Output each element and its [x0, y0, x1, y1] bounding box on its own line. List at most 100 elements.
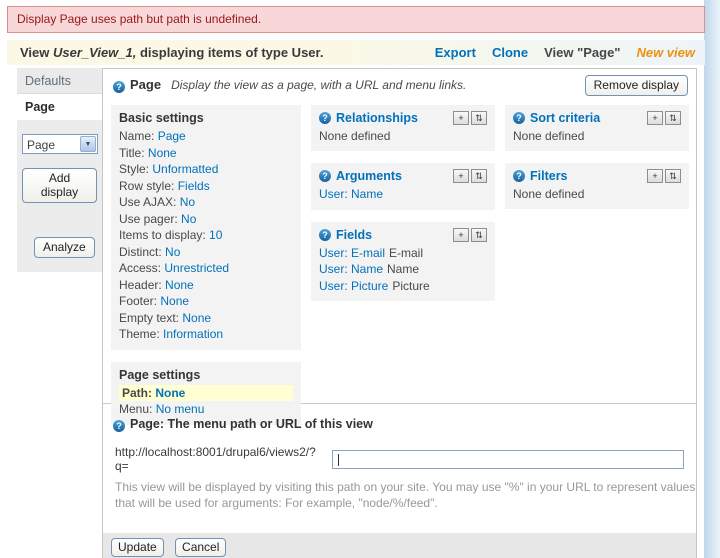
rearrange-icon[interactable]: ⇅: [471, 169, 487, 183]
setting-value-link[interactable]: No: [180, 195, 195, 209]
setting-label: Row style:: [119, 178, 175, 193]
view-name: User_View_1,: [53, 45, 137, 60]
error-message-text: Display Page uses path but path is undef…: [17, 12, 262, 26]
path-form-description: This view will be displayed by visiting …: [115, 480, 696, 510]
display-type-select-value: Page: [27, 138, 56, 152]
sort-criteria-title-link[interactable]: Sort criteria: [530, 111, 600, 125]
page: Display Page uses path but path is undef…: [0, 0, 720, 558]
arguments-box: ? Arguments + ⇅ User: Name: [311, 163, 495, 210]
add-display-button[interactable]: Add display: [22, 168, 97, 203]
setting-value-link[interactable]: Information: [163, 327, 223, 341]
clone-link[interactable]: Clone: [492, 45, 528, 60]
setting-row-footer: Footer: None: [119, 293, 293, 310]
view-title-suffix: displaying items of type User.: [136, 45, 324, 60]
path-form-title-row: ? Page: The menu path or URL of this view: [113, 417, 684, 432]
path-input[interactable]: [332, 449, 684, 469]
view-page-link[interactable]: View "Page": [544, 45, 620, 60]
theme-edge-gradient: [704, 0, 720, 558]
relationships-header: ? Relationships + ⇅: [319, 111, 487, 125]
path-form-title: Page: The menu path or URL of this view: [130, 417, 373, 431]
add-icon[interactable]: +: [647, 169, 663, 183]
analyze-button[interactable]: Analyze: [34, 237, 95, 258]
page-settings-title: Page settings: [119, 367, 201, 382]
fields-title-link[interactable]: Fields: [336, 228, 372, 242]
rearrange-icon[interactable]: ⇅: [471, 111, 487, 125]
path-value-link[interactable]: None: [155, 386, 185, 400]
setting-label: Use pager:: [119, 211, 178, 226]
setting-label: Name:: [119, 129, 155, 143]
display-type-select[interactable]: Page ▼: [22, 134, 98, 154]
add-icon[interactable]: +: [453, 169, 469, 183]
cancel-button[interactable]: Cancel: [175, 538, 227, 557]
chevron-down-icon[interactable]: ▼: [80, 136, 96, 152]
setting-value-link[interactable]: Unrestricted: [164, 261, 229, 275]
setting-value-link[interactable]: No: [165, 245, 180, 259]
rearrange-icon[interactable]: ⇅: [665, 111, 681, 125]
setting-label: Theme:: [119, 327, 160, 341]
setting-value-link[interactable]: Unformatted: [152, 162, 218, 176]
export-link[interactable]: Export: [435, 45, 476, 60]
sort-criteria-box: ? Sort criteria + ⇅ None defined: [505, 105, 689, 151]
setting-value-link[interactable]: None: [165, 278, 194, 292]
setting-value-link[interactable]: 10: [209, 228, 222, 242]
new-view-link[interactable]: New view: [636, 45, 695, 60]
relationships-empty-text: None defined: [319, 129, 391, 143]
add-icon[interactable]: +: [453, 227, 469, 242]
field-admin-label: E-mail: [389, 245, 424, 260]
menu-value-link[interactable]: No menu: [156, 402, 205, 416]
help-icon[interactable]: ?: [513, 112, 525, 124]
help-icon[interactable]: ?: [513, 170, 525, 182]
add-icon[interactable]: +: [453, 111, 469, 125]
argument-link[interactable]: User: Name: [319, 187, 383, 201]
tab-page[interactable]: Page: [17, 94, 102, 120]
setting-value-link[interactable]: No: [181, 212, 196, 226]
rearrange-icon[interactable]: ⇅: [665, 169, 681, 183]
field-link[interactable]: User: E-mail: [319, 246, 385, 260]
remove-display-button[interactable]: Remove display: [584, 75, 688, 96]
setting-label: Path:: [122, 385, 152, 400]
filters-title-link[interactable]: Filters: [530, 169, 568, 183]
setting-value-link[interactable]: Fields: [178, 179, 210, 193]
add-icon[interactable]: +: [647, 111, 663, 125]
tab-page-label: Page: [25, 100, 55, 114]
field-item: User: Picture Picture: [319, 278, 487, 295]
display-title: Page: [130, 77, 162, 92]
filters-empty-text: None defined: [513, 187, 585, 201]
field-link[interactable]: User: Picture: [319, 279, 388, 293]
field-link[interactable]: User: Name: [319, 262, 383, 276]
view-header-bar: View User_View_1, displaying items of ty…: [7, 40, 705, 65]
setting-label: Use AJAX:: [119, 195, 177, 209]
help-icon[interactable]: ?: [319, 228, 331, 241]
relationships-title-link[interactable]: Relationships: [336, 111, 418, 125]
help-icon[interactable]: ?: [319, 170, 331, 182]
setting-label: Menu:: [119, 402, 153, 416]
text-cursor: [338, 453, 339, 466]
field-item: User: E-mail E-mail: [319, 245, 487, 262]
setting-value-link[interactable]: None: [182, 311, 211, 325]
setting-row-items: Items to display: 10: [119, 227, 293, 244]
setting-value-link[interactable]: Page: [158, 129, 186, 143]
setting-row-distinct: Distinct: No: [119, 244, 293, 261]
setting-row-menu: Menu: No menu: [119, 401, 293, 418]
help-icon[interactable]: ?: [113, 81, 125, 93]
fields-actions: + ⇅: [453, 227, 487, 242]
setting-label: Style:: [119, 162, 150, 176]
arguments-title-link[interactable]: Arguments: [336, 169, 402, 183]
relationships-box: ? Relationships + ⇅ None defined: [311, 105, 495, 151]
update-button[interactable]: Update: [111, 538, 164, 557]
help-icon[interactable]: ?: [319, 112, 331, 124]
url-prefix: http://localhost:8001/drupal6/views2/?q=: [115, 445, 316, 473]
settings-columns: Basic settings Name: Page Title: None St…: [103, 101, 696, 425]
rearrange-icon[interactable]: ⇅: [471, 227, 487, 242]
tab-defaults[interactable]: Defaults: [17, 68, 102, 94]
field-item: User: Name Name: [319, 261, 487, 278]
fields-header: ? Fields + ⇅: [319, 227, 487, 242]
setting-value-link[interactable]: None: [148, 146, 177, 160]
sort-criteria-empty-text: None defined: [513, 129, 585, 143]
help-icon[interactable]: ?: [113, 420, 125, 432]
setting-label: Title:: [119, 145, 145, 160]
basic-settings-box: Basic settings Name: Page Title: None St…: [111, 105, 301, 350]
basic-settings-title: Basic settings: [119, 111, 204, 125]
sort-criteria-header: ? Sort criteria + ⇅: [513, 111, 681, 125]
setting-value-link[interactable]: None: [160, 294, 189, 308]
